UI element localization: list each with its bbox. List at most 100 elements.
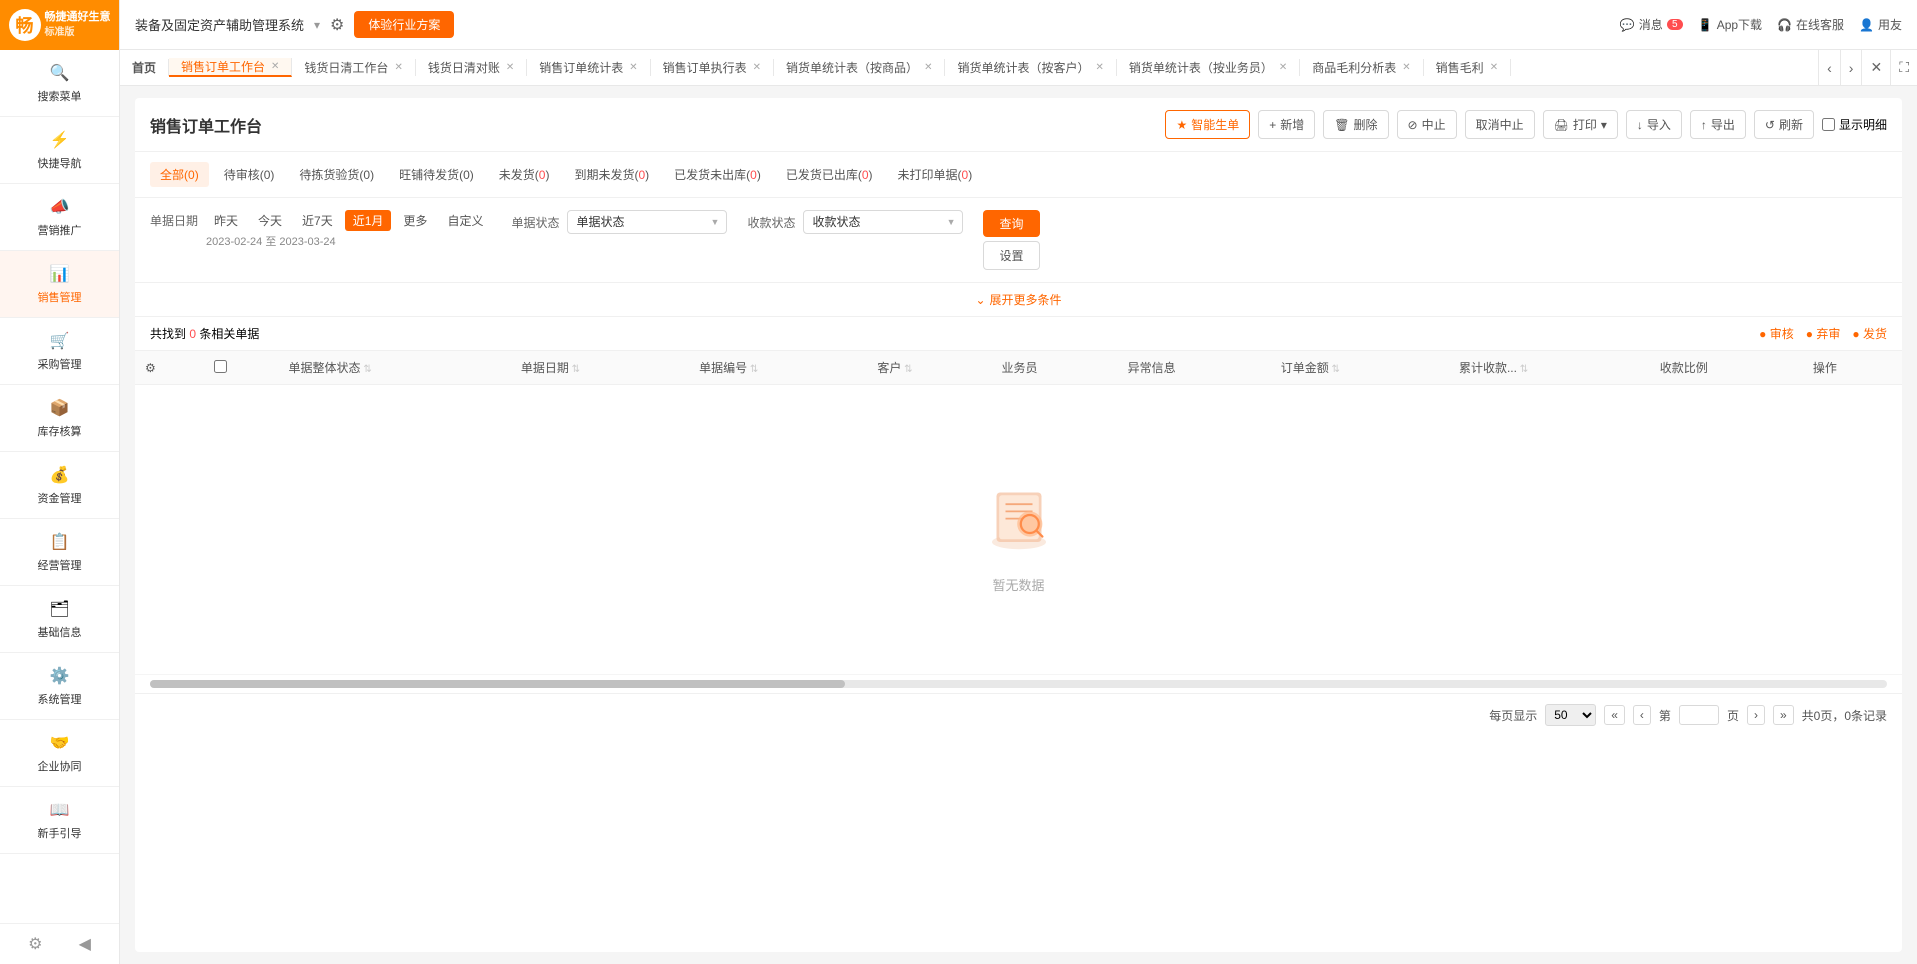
content-area: 销售订单工作台 ★ 智能生单 + 新增 🗑 删除 ⊘ [120,86,1917,964]
sidebar-item-sales[interactable]: 📊 销售管理 [0,251,119,318]
filter-tab-pending-review[interactable]: 待审核(0) [214,162,285,187]
sidebar-item-search[interactable]: 🔍 搜索菜单 [0,50,119,117]
unreviewed-quick-action[interactable]: ● 弃审 [1806,325,1841,342]
tab-scroll-right[interactable]: › [1840,50,1862,86]
ship-quick-action[interactable]: ● 发货 [1852,325,1887,342]
settings-icon[interactable]: ⚙ [28,934,42,954]
tab-close-sales-increase[interactable]: ✕ [1490,62,1498,73]
date-option-近1月[interactable]: 近1月 [345,210,392,231]
col-amount[interactable]: 订单金额 [1271,351,1449,385]
date-option-自定义[interactable]: 自定义 [439,210,491,231]
sidebar-item-system[interactable]: ⚙️ 系统管理 [0,653,119,720]
topbar-settings-icon[interactable]: ⚙ [330,15,344,35]
delete-button[interactable]: 🗑 删除 [1323,110,1388,139]
settings-button[interactable]: 设置 [983,241,1039,270]
sidebar-item-enterprise[interactable]: 🤝 企业协同 [0,720,119,787]
tab-close-gross-profit[interactable]: ✕ [1402,62,1410,73]
col-customer[interactable]: 客户 [867,351,991,385]
col-status[interactable]: 单据整体状态 [279,351,511,385]
sidebar-item-finance[interactable]: 💰 资金管理 [0,452,119,519]
sidebar-label-sales: 销售管理 [38,289,82,305]
import-button[interactable]: ↓ 导入 [1626,110,1682,139]
tab-gross-profit[interactable]: 商品毛利分析表✕ [1300,59,1423,76]
export-button[interactable]: ↑ 导出 [1690,110,1746,139]
topbar-dropdown-icon[interactable]: ▾ [314,18,320,32]
expand-conditions-button[interactable]: ⌄ 展开更多条件 [967,287,1069,312]
payment-select[interactable]: 收款状态 [803,210,963,234]
show-detail-checkbox[interactable] [1822,118,1835,131]
date-option-更多[interactable]: 更多 [395,210,435,231]
tab-close-sales-by-product[interactable]: ✕ [924,62,932,73]
tab-cash-daily[interactable]: 钱货日清工作台✕ [292,59,415,76]
refresh-button[interactable]: ↺ 刷新 [1754,110,1814,139]
col-number[interactable]: 单据编号 [689,351,867,385]
filter-tab-overdue-not-shipped[interactable]: 到期未发货(0) [564,162,659,187]
filter-tab-not-shipped[interactable]: 未发货(0) [489,162,560,187]
review-quick-action[interactable]: ● 审核 [1759,325,1794,342]
tab-sales-order-workbench[interactable]: 销售订单工作台✕ [169,58,292,77]
column-settings-icon[interactable]: ⚙ [145,361,156,375]
refresh-icon: ↺ [1765,118,1775,132]
sidebar-item-purchase[interactable]: 🛒 采购管理 [0,318,119,385]
tab-close-sales-order-workbench[interactable]: ✕ [271,61,279,72]
empty-text: 暂无数据 [992,575,1044,594]
show-detail-toggle[interactable]: 显示明细 [1822,116,1887,133]
tab-sales-by-customer[interactable]: 销货单统计表（按客户）✕ [945,59,1116,76]
user-item[interactable]: 👤 用友 [1859,16,1902,33]
tab-close-sales-by-customer[interactable]: ✕ [1095,62,1103,73]
tab-close-all[interactable]: ✕ [1861,50,1890,86]
last-page-button[interactable]: » [1773,705,1794,725]
prev-page-button[interactable]: ‹ [1633,705,1651,725]
status-select[interactable]: 单据状态 [567,210,727,234]
sidebar-item-marketing[interactable]: 📣 营销推广 [0,184,119,251]
date-option-昨天[interactable]: 昨天 [206,210,246,231]
tab-sales-by-product[interactable]: 销货单统计表（按商品）✕ [774,59,945,76]
filter-tab-shipped-not-warehoused[interactable]: 已发货未出库(0) [664,162,771,187]
filter-tab-pending-inspect[interactable]: 待拣货验货(0) [289,162,384,187]
sidebar-item-inventory[interactable]: 📦 库存核算 [0,385,119,452]
filter-tab-not-printed[interactable]: 未打印单据(0) [888,162,983,187]
horizontal-scrollbar[interactable] [135,680,1902,688]
sidebar-item-basic-info[interactable]: 🗂 基础信息 [0,586,119,653]
tab-sales-stats[interactable]: 销售订单统计表✕ [527,59,650,76]
sidebar-item-guide[interactable]: 📖 新手引导 [0,787,119,854]
sidebar-item-operations[interactable]: 📋 经营管理 [0,519,119,586]
tab-home[interactable]: 首页 [120,59,169,76]
next-page-button[interactable]: › [1747,705,1765,725]
tab-sales-exec[interactable]: 销售订单执行表✕ [651,59,774,76]
sidebar-item-quick-nav[interactable]: ⚡ 快捷导航 [0,117,119,184]
page-number-input[interactable]: 1 [1679,705,1719,725]
stop-button[interactable]: ⊘ 中止 [1397,110,1457,139]
tab-close-cash-reconcile[interactable]: ✕ [506,62,514,73]
col-date[interactable]: 单据日期 [511,351,689,385]
message-item[interactable]: 💬 消息 5 [1620,16,1683,33]
col-received[interactable]: 累计收款... [1449,351,1650,385]
print-button[interactable]: 🖨 打印 ▾ [1543,110,1618,139]
add-button[interactable]: + 新增 [1258,110,1315,139]
online-service-item[interactable]: 🎧 在线客服 [1777,16,1844,33]
filter-tab-shipped-warehoused[interactable]: 已发货已出库(0) [776,162,883,187]
tab-close-cash-daily[interactable]: ✕ [394,62,402,73]
first-page-button[interactable]: « [1604,705,1625,725]
tab-close-sales-stats[interactable]: ✕ [629,62,637,73]
filter-tab-all[interactable]: 全部(0) [150,162,209,187]
tab-cash-reconcile[interactable]: 钱货日清对账✕ [416,59,527,76]
tab-close-sales-exec[interactable]: ✕ [753,62,761,73]
industry-solution-button[interactable]: 体验行业方案 [354,11,454,38]
app-download-item[interactable]: 📱 App下载 [1698,16,1762,33]
tab-sales-increase[interactable]: 销售毛利✕ [1424,59,1511,76]
filter-tab-wangpu-ship[interactable]: 旺铺待发货(0) [389,162,484,187]
headset-icon: 🎧 [1777,18,1792,32]
date-option-近7天[interactable]: 近7天 [294,210,341,231]
date-option-今天[interactable]: 今天 [250,210,290,231]
smart-create-button[interactable]: ★ 智能生单 [1165,110,1250,139]
tab-sales-by-staff[interactable]: 销货单统计表（按业务员）✕ [1117,59,1300,76]
collapse-icon[interactable]: ◀ [79,934,91,954]
cancel-stop-button[interactable]: 取消中止 [1465,110,1535,139]
tab-close-sales-by-staff[interactable]: ✕ [1279,62,1287,73]
query-button[interactable]: 查询 [983,210,1039,237]
tab-maximize[interactable]: ⛶ [1890,50,1917,86]
tab-scroll-left[interactable]: ‹ [1818,50,1840,86]
per-page-select[interactable]: 102050100 [1545,704,1596,726]
select-all-checkbox[interactable] [214,360,227,373]
